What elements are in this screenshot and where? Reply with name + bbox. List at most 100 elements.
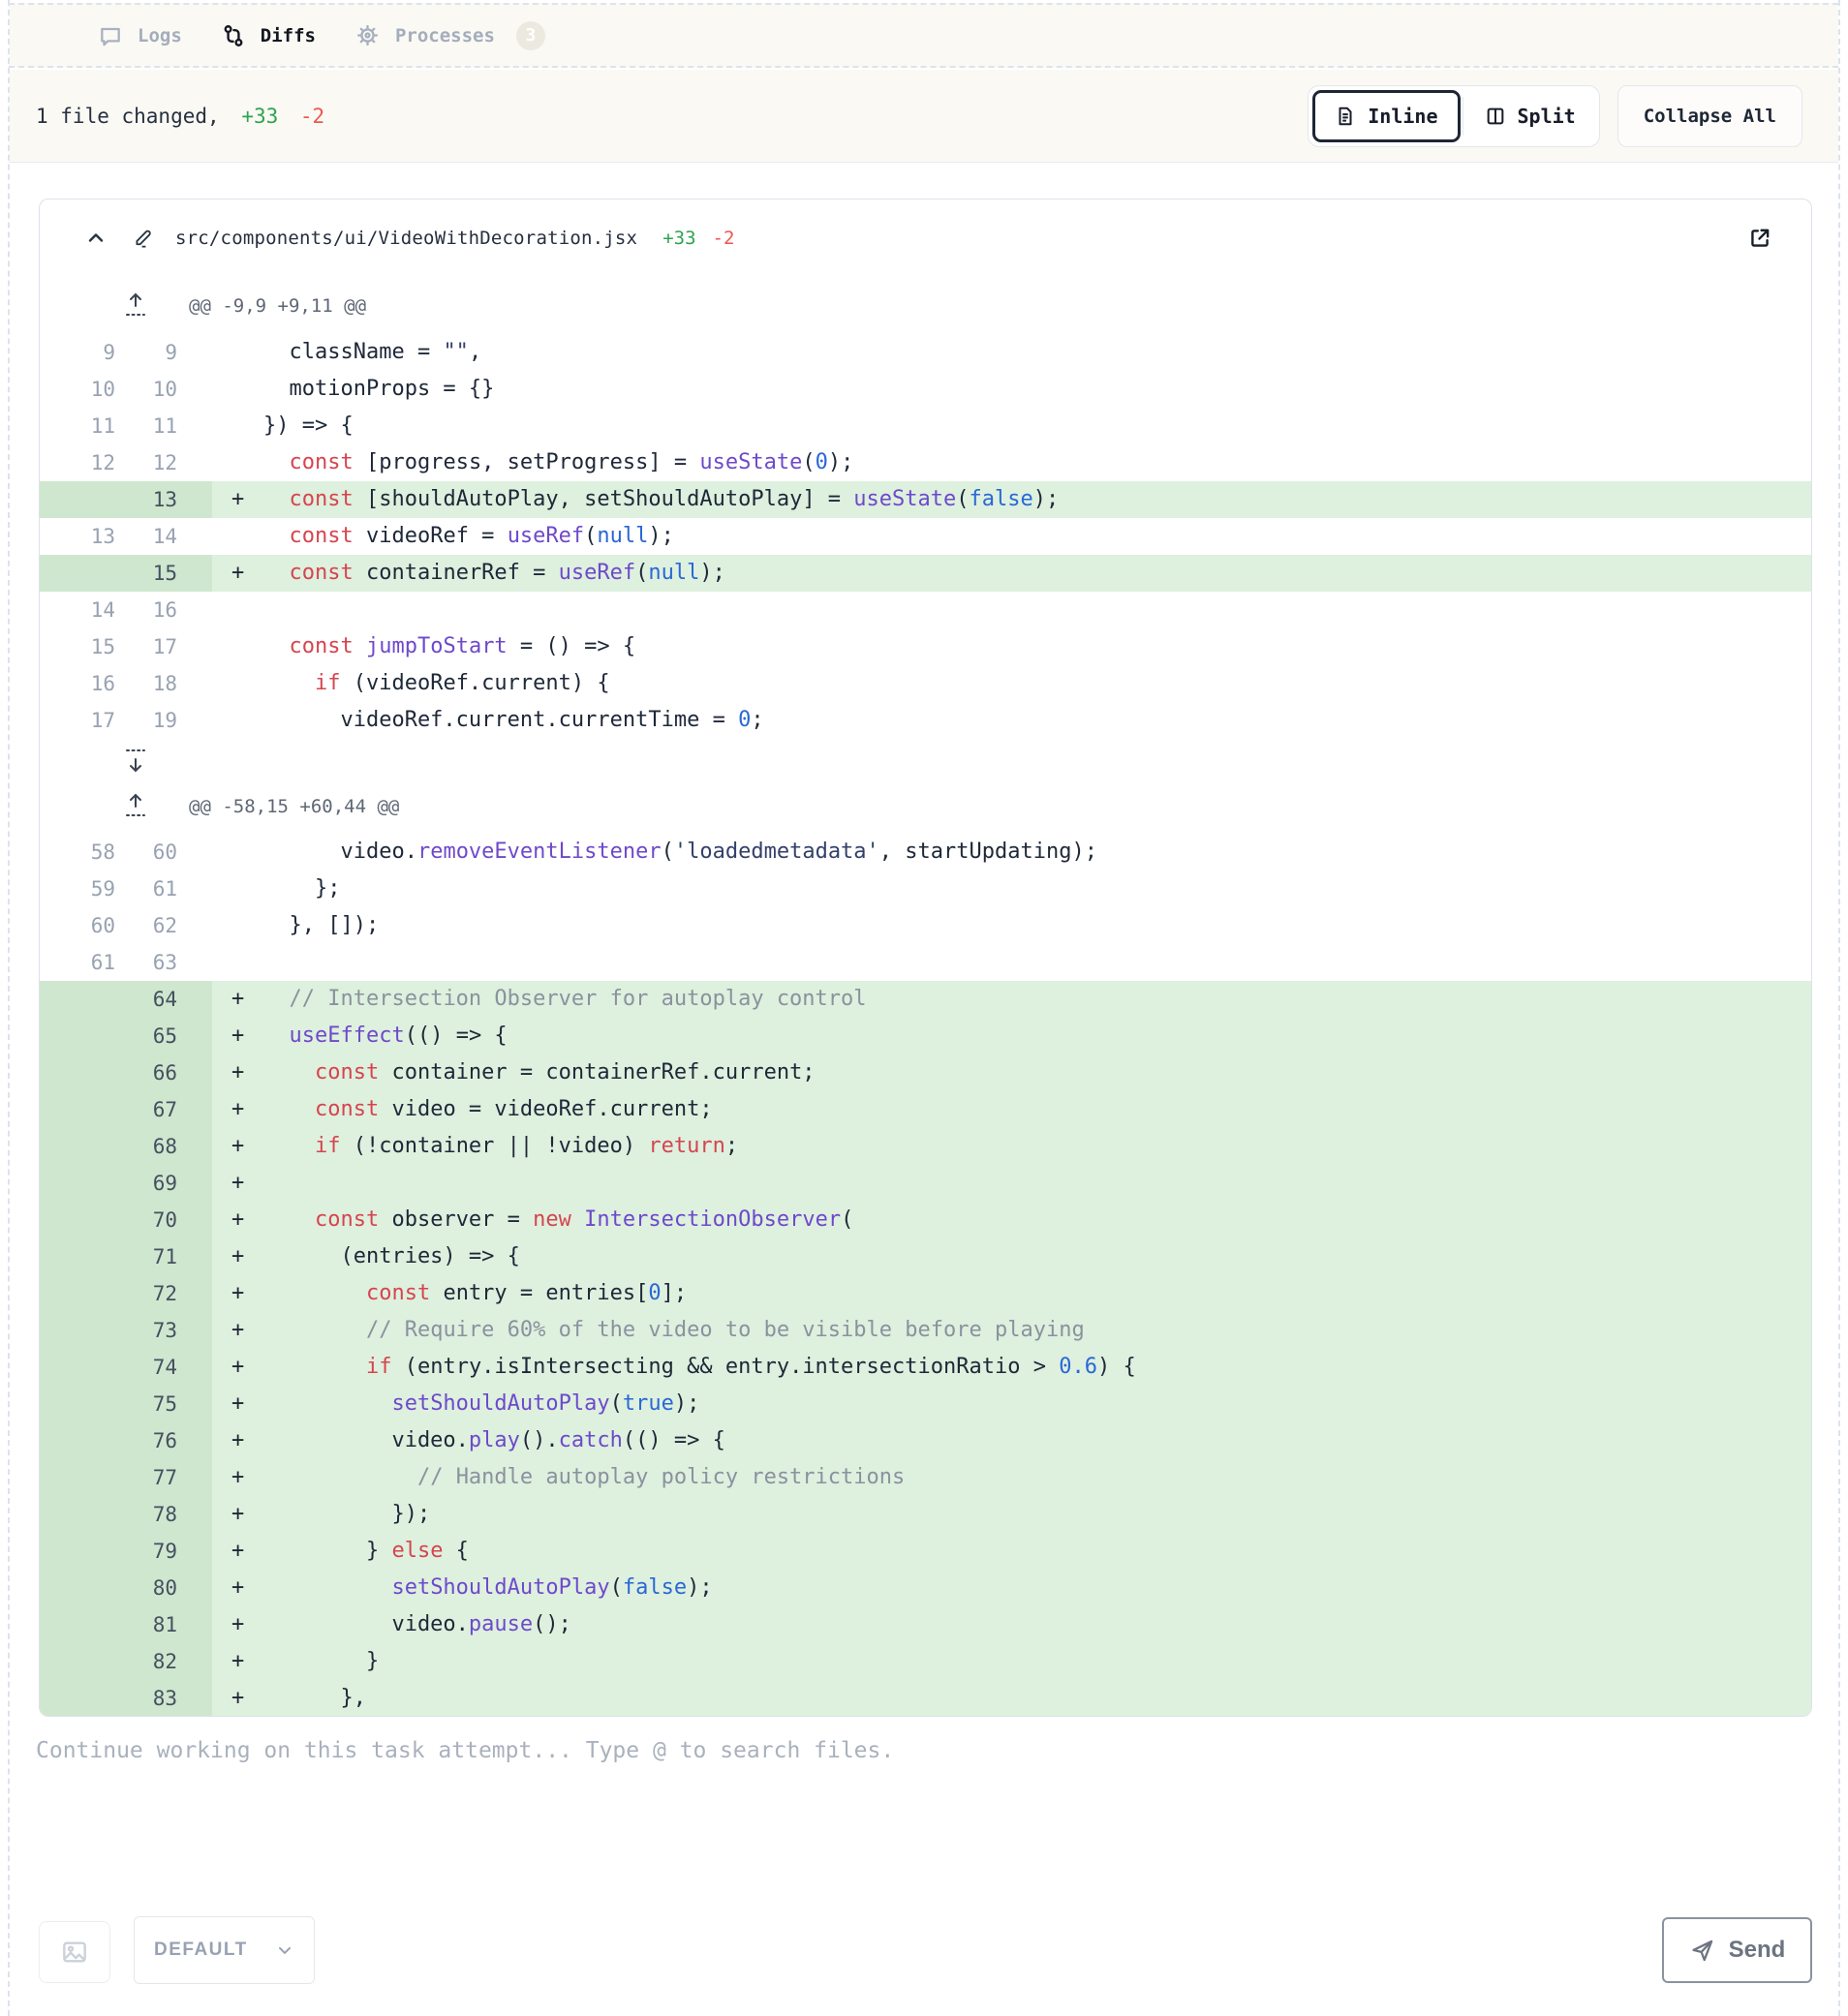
old-line-number: 10 bbox=[90, 378, 115, 401]
summary-additions: +33 bbox=[241, 104, 279, 128]
model-selector-label: DEFAULT bbox=[154, 1940, 248, 1960]
diff-marker bbox=[212, 518, 263, 555]
diff-row: 16 18 if (videoRef.current) { bbox=[40, 665, 1811, 702]
new-line-number: 62 bbox=[152, 914, 177, 937]
old-line-number bbox=[40, 1349, 127, 1386]
old-line-number bbox=[40, 1386, 127, 1422]
diff-row: 60 62 }, []); bbox=[40, 907, 1811, 944]
new-line-number: 69 bbox=[127, 1165, 212, 1202]
new-line-number: 81 bbox=[127, 1606, 212, 1643]
diff-row: 10 10 motionProps = {} bbox=[40, 371, 1811, 408]
tab-processes[interactable]: Processes bbox=[354, 22, 495, 48]
new-line-number: 79 bbox=[127, 1533, 212, 1570]
diff-marker bbox=[212, 871, 263, 907]
diff-row: 15 + const containerRef = useRef(null); bbox=[40, 555, 1811, 592]
send-label: Send bbox=[1728, 1937, 1786, 1963]
code-line: const containerRef = useRef(null); bbox=[289, 561, 725, 585]
diff-row: 81 + video.pause(); bbox=[40, 1606, 1811, 1643]
tab-diffs[interactable]: Diffs bbox=[221, 23, 316, 48]
expand-context-up-button[interactable] bbox=[117, 792, 154, 821]
file-additions: +33 bbox=[662, 228, 696, 249]
old-line-number bbox=[40, 1054, 127, 1091]
new-line-number: 60 bbox=[152, 840, 177, 864]
old-line-number bbox=[40, 1091, 127, 1128]
old-line-number: 61 bbox=[90, 951, 115, 974]
model-selector-dropdown[interactable]: DEFAULT bbox=[134, 1916, 315, 1984]
diff-row: 73 + // Require 60% of the video to be vi… bbox=[40, 1312, 1811, 1349]
diff-row: 67 + const video = videoRef.current; bbox=[40, 1091, 1811, 1128]
new-line-number: 70 bbox=[127, 1202, 212, 1238]
collapse-all-button[interactable]: Collapse All bbox=[1617, 84, 1802, 147]
diff-row: 66 + const container = containerRef.curre… bbox=[40, 1054, 1811, 1091]
diff-marker: + bbox=[231, 1649, 245, 1673]
diff-marker bbox=[212, 592, 263, 628]
split-view-button[interactable]: Split bbox=[1465, 90, 1595, 142]
new-line-number: 16 bbox=[152, 598, 177, 622]
old-line-number bbox=[40, 1422, 127, 1459]
code-line: const jumpToStart = () => { bbox=[289, 634, 636, 658]
tab-processes-label: Processes bbox=[394, 24, 495, 46]
new-line-number: 67 bbox=[127, 1091, 212, 1128]
diff-row: 59 61 }; bbox=[40, 871, 1811, 907]
diff-row: 58 60 video.removeEventListener('loadedme… bbox=[40, 834, 1811, 871]
new-line-number: 14 bbox=[152, 525, 177, 548]
edit-pencil-icon bbox=[133, 228, 155, 250]
chat-composer-input[interactable] bbox=[36, 1738, 1547, 1864]
attach-image-button[interactable] bbox=[39, 1921, 110, 1983]
gear-icon bbox=[354, 22, 381, 48]
diff-marker bbox=[212, 665, 263, 702]
file-header: src/components/ui/VideoWithDecoration.js… bbox=[40, 199, 1811, 277]
code-line: if (entry.isIntersecting && entry.inters… bbox=[365, 1355, 1136, 1379]
code-line: }, bbox=[263, 1686, 366, 1710]
open-external-button[interactable] bbox=[1747, 226, 1772, 251]
old-line-number bbox=[40, 1202, 127, 1238]
new-line-number: 77 bbox=[127, 1459, 212, 1496]
code-line: } bbox=[263, 1649, 380, 1673]
hunk-header-label: @@ -9,9 +9,11 @@ bbox=[189, 294, 367, 317]
hunk-expand-row bbox=[40, 739, 1811, 779]
collapse-file-button[interactable] bbox=[84, 227, 108, 250]
inline-view-button[interactable]: Inline bbox=[1312, 89, 1461, 142]
diff-row: 13 + const [shouldAutoPlay, setShouldAuto… bbox=[40, 481, 1811, 518]
diff-row: 82 + } bbox=[40, 1643, 1811, 1680]
tab-diffs-label: Diffs bbox=[260, 24, 316, 46]
old-line-number: 11 bbox=[90, 414, 115, 438]
diff-file-card: src/components/ui/VideoWithDecoration.js… bbox=[39, 199, 1812, 1717]
old-line-number: 16 bbox=[90, 672, 115, 695]
diff-marker bbox=[212, 834, 263, 871]
expand-context-up-button[interactable] bbox=[117, 291, 154, 321]
old-line-number: 13 bbox=[90, 525, 115, 548]
code-line: const [shouldAutoPlay, setShouldAutoPlay… bbox=[289, 487, 1060, 511]
tab-bar: Logs Diffs Processes 3 bbox=[9, 3, 1838, 68]
old-line-number bbox=[40, 1312, 127, 1349]
code-line: video.pause(); bbox=[263, 1612, 571, 1636]
diff-row: 15 17 const jumpToStart = () => { bbox=[40, 628, 1811, 665]
processes-count-badge: 3 bbox=[515, 20, 545, 50]
diff-row: 72 + const entry = entries[0]; bbox=[40, 1275, 1811, 1312]
old-line-number bbox=[40, 1128, 127, 1165]
new-line-number: 76 bbox=[127, 1422, 212, 1459]
diff-row: 64 + // Intersection Observer for autopla… bbox=[40, 981, 1811, 1018]
view-toggle-group: Inline Split Collapse All bbox=[1308, 84, 1802, 147]
code-line: useEffect(() => { bbox=[289, 1023, 508, 1048]
diff-marker bbox=[212, 702, 263, 739]
code-line: }) => { bbox=[263, 413, 354, 438]
send-button[interactable]: Send bbox=[1662, 1917, 1812, 1983]
diff-row: 75 + setShouldAutoPlay(true); bbox=[40, 1386, 1811, 1422]
new-line-number: 66 bbox=[127, 1054, 212, 1091]
code-line: // Handle autoplay policy restrictions bbox=[416, 1465, 906, 1489]
image-icon bbox=[59, 1937, 90, 1968]
new-line-number: 68 bbox=[127, 1128, 212, 1165]
new-line-number: 75 bbox=[127, 1386, 212, 1422]
new-line-number: 71 bbox=[127, 1238, 212, 1275]
tab-logs[interactable]: Logs bbox=[98, 23, 182, 48]
expand-context-down-button[interactable] bbox=[117, 745, 154, 774]
diff-row: 17 19 videoRef.current.currentTime = 0; bbox=[40, 702, 1811, 739]
diff-marker: + bbox=[231, 1318, 245, 1342]
diff-marker: + bbox=[231, 1281, 245, 1305]
old-line-number bbox=[40, 481, 127, 518]
new-line-number: 72 bbox=[127, 1275, 212, 1312]
diff-marker bbox=[212, 408, 263, 444]
diff-marker bbox=[212, 628, 263, 665]
